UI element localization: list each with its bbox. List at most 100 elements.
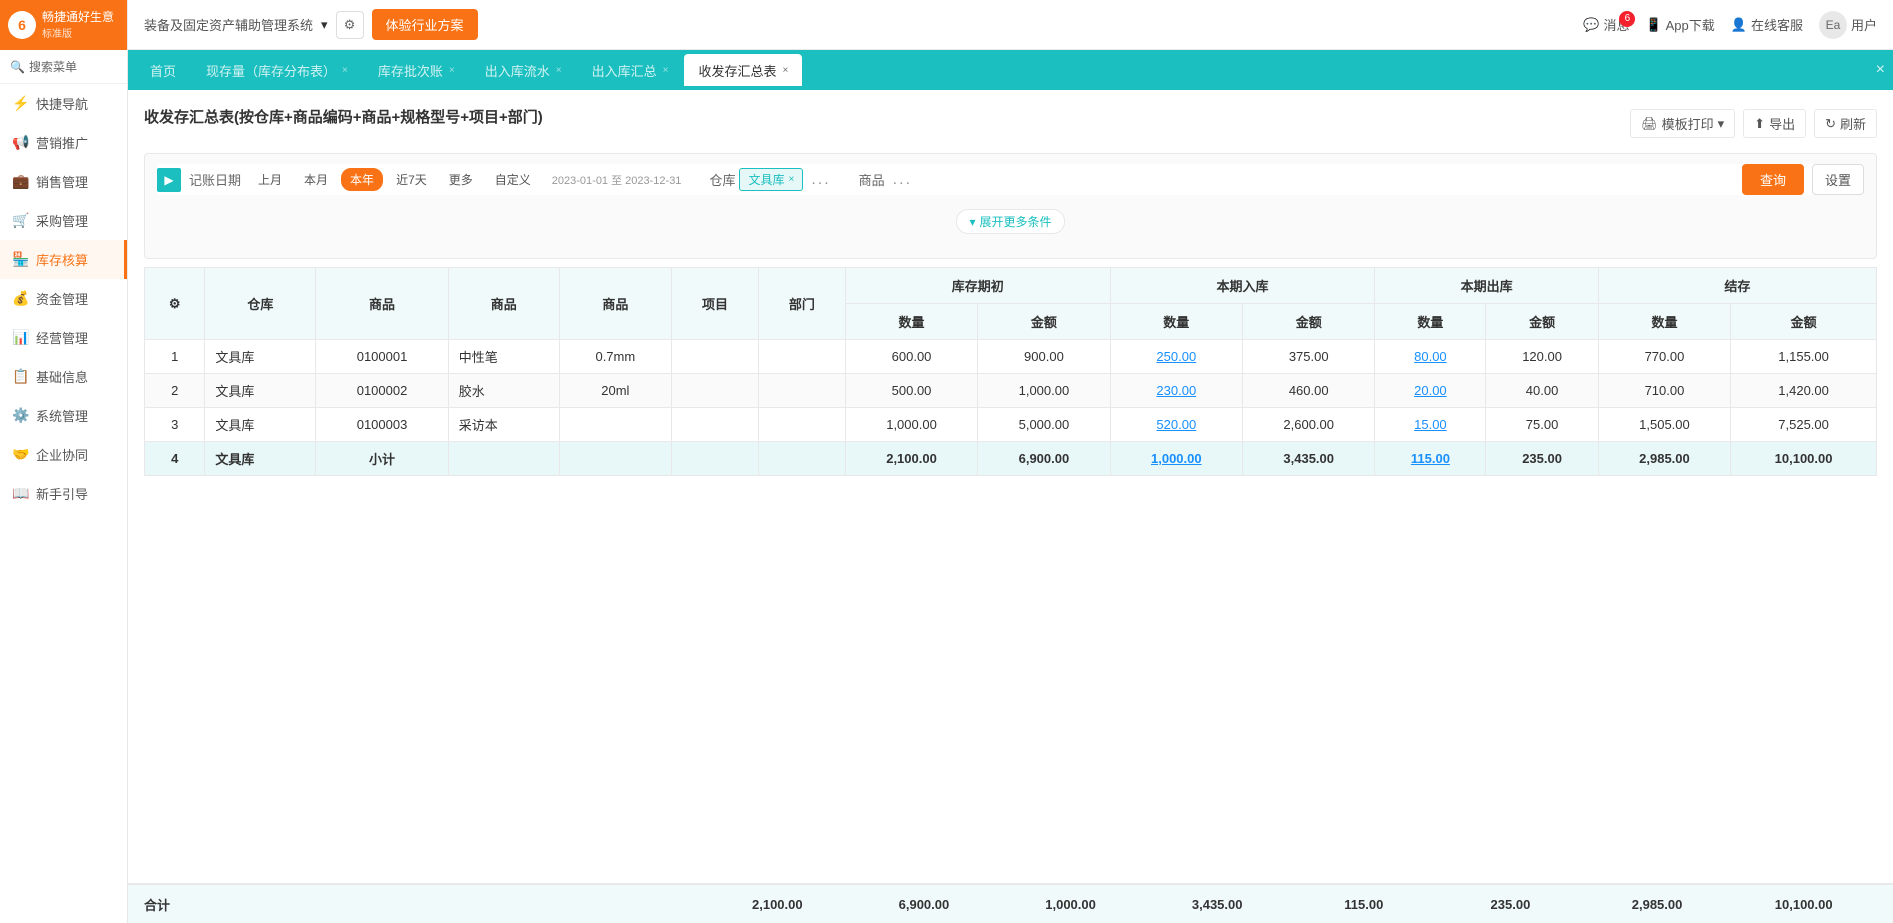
sidebar-item-search[interactable]: 🔍 搜索菜单 [0, 50, 127, 84]
tab-close-in-out-flow[interactable]: × [556, 65, 562, 76]
subtotal-out-qty[interactable]: 115.00 [1375, 442, 1486, 476]
date-btn-custom[interactable]: 自定义 [486, 168, 540, 191]
subtotal-opening-amt: 6,900.00 [978, 442, 1110, 476]
row1-spec: 0.7mm [559, 340, 671, 374]
template-print-label: 模板打印 [1662, 114, 1714, 133]
sidebar-item-sales[interactable]: 💼 销售管理 [0, 162, 127, 201]
row3-in-qty-link[interactable]: 520.00 [1156, 417, 1196, 432]
date-btn-this-month[interactable]: 本月 [295, 168, 337, 191]
row2-warehouse: 文具库 [205, 374, 316, 408]
sidebar-item-purchase[interactable]: 🛒 采购管理 [0, 201, 127, 240]
tab-in-out-flow[interactable]: 出入库流水 × [471, 54, 576, 86]
tab-batch-ledger[interactable]: 库存批次账 × [364, 54, 469, 86]
export-button[interactable]: ⬆ 导出 [1743, 109, 1806, 138]
col-group-opening: 库存期初 [845, 268, 1110, 304]
date-btn-7days[interactable]: 近7天 [387, 168, 436, 191]
user-button[interactable]: Ea 用户 [1819, 11, 1877, 39]
date-btn-last-month[interactable]: 上月 [249, 168, 291, 191]
col-out-qty: 数量 [1375, 304, 1486, 340]
row1-in-qty-link[interactable]: 250.00 [1156, 349, 1196, 364]
filter-collapse-button[interactable]: ▶ [157, 168, 181, 192]
warehouse-more-button[interactable]: ... [811, 171, 830, 189]
row2-dept [758, 374, 845, 408]
row1-in-amt: 375.00 [1243, 340, 1375, 374]
row2-out-amt: 40.00 [1486, 374, 1598, 408]
settings-button[interactable]: ⚙ [336, 11, 364, 39]
chevron-down-icon: ▾ [969, 215, 975, 229]
date-btn-more[interactable]: 更多 [440, 168, 482, 191]
row2-out-qty-link[interactable]: 20.00 [1414, 383, 1447, 398]
sidebar-item-finance[interactable]: 💰 资金管理 [0, 279, 127, 318]
sidebar-item-marketing[interactable]: 📢 营销推广 [0, 123, 127, 162]
sidebar-item-label: 快捷导航 [36, 94, 88, 113]
warehouse-tag-close[interactable]: × [788, 174, 794, 185]
tab-collect-summary[interactable]: 收发存汇总表 × [684, 54, 802, 86]
col-product-spec: 商品 [559, 268, 671, 340]
expand-label: 展开更多条件 [980, 213, 1052, 230]
refresh-button[interactable]: ↻ 刷新 [1814, 109, 1877, 138]
tab-close-batch-ledger[interactable]: × [449, 65, 455, 76]
row2-out-qty[interactable]: 20.00 [1375, 374, 1486, 408]
col-product-code: 商品 [316, 268, 448, 340]
online-service-button[interactable]: 👤 在线客服 [1731, 15, 1803, 34]
main-area: 装备及固定资产辅助管理系统 ▾ ⚙ 体验行业方案 💬 消息 6 📱 App下载 … [128, 0, 1893, 923]
row2-opening-qty: 500.00 [845, 374, 977, 408]
query-button[interactable]: 查询 [1742, 164, 1804, 195]
goods-more-button[interactable]: ... [893, 171, 912, 189]
sidebar-item-quick-nav[interactable]: ⚡ 快捷导航 [0, 84, 127, 123]
row1-bal-amt: 1,155.00 [1731, 340, 1877, 374]
inventory-icon: 🏪 [12, 251, 30, 268]
col-opening-qty: 数量 [845, 304, 977, 340]
refresh-icon: ↻ [1825, 116, 1836, 132]
system-dropdown[interactable]: ▾ [321, 17, 328, 33]
row3-in-qty[interactable]: 520.00 [1110, 408, 1242, 442]
tab-close-collect-summary[interactable]: × [782, 65, 788, 76]
date-btn-this-year[interactable]: 本年 [341, 168, 383, 191]
warehouse-tag[interactable]: 文具库 × [739, 168, 803, 191]
subtotal-bal-amt: 10,100.00 [1731, 442, 1877, 476]
row3-bal-qty: 1,505.00 [1598, 408, 1730, 442]
subtotal-bal-qty: 2,985.00 [1598, 442, 1730, 476]
subtotal-in-qty-link[interactable]: 1,000.00 [1151, 451, 1202, 466]
tab-close-in-out-summary[interactable]: × [663, 65, 669, 76]
total-in-qty: 1,000.00 [997, 897, 1144, 912]
purchase-icon: 🛒 [12, 212, 30, 229]
row2-in-qty[interactable]: 230.00 [1110, 374, 1242, 408]
template-print-button[interactable]: 🖨 模板打印 ▾ [1630, 109, 1735, 138]
row3-out-qty-link[interactable]: 15.00 [1414, 417, 1447, 432]
sidebar-item-operation[interactable]: 📊 经营管理 [0, 318, 127, 357]
service-label: 在线客服 [1751, 15, 1803, 34]
topbar: 装备及固定资产辅助管理系统 ▾ ⚙ 体验行业方案 💬 消息 6 📱 App下载 … [128, 0, 1893, 50]
tab-inventory-dist[interactable]: 现存量（库存分布表） × [192, 54, 362, 86]
tabbar-close-button[interactable]: × [1876, 61, 1885, 79]
row1-out-qty-link[interactable]: 80.00 [1414, 349, 1447, 364]
sidebar-item-guide[interactable]: 📖 新手引导 [0, 474, 127, 513]
message-button[interactable]: 💬 消息 6 [1583, 15, 1629, 34]
row1-opening-amt: 900.00 [978, 340, 1110, 374]
tab-home[interactable]: 首页 [136, 54, 190, 86]
tab-in-out-summary[interactable]: 出入库汇总 × [578, 54, 683, 86]
sidebar-item-basic[interactable]: 📋 基础信息 [0, 357, 127, 396]
sidebar-item-inventory[interactable]: 🏪 库存核算 [0, 240, 127, 279]
row3-spec [559, 408, 671, 442]
col-out-amt: 金额 [1486, 304, 1598, 340]
sidebar-item-label: 系统管理 [36, 406, 88, 425]
sidebar-item-enterprise[interactable]: 🤝 企业协同 [0, 435, 127, 474]
app-download-button[interactable]: 📱 App下载 [1645, 15, 1714, 34]
row2-in-qty-link[interactable]: 230.00 [1156, 383, 1196, 398]
sidebar-item-system[interactable]: ⚙️ 系统管理 [0, 396, 127, 435]
chevron-down-icon: ▾ [1718, 116, 1725, 132]
trial-button[interactable]: 体验行业方案 [372, 9, 478, 40]
row3-out-qty[interactable]: 15.00 [1375, 408, 1486, 442]
tab-close-inventory-dist[interactable]: × [342, 65, 348, 76]
row1-in-qty[interactable]: 250.00 [1110, 340, 1242, 374]
table-settings-icon[interactable]: ⚙ [145, 268, 205, 340]
subtotal-in-qty[interactable]: 1,000.00 [1110, 442, 1242, 476]
subtotal-out-amt: 235.00 [1486, 442, 1598, 476]
message-badge: 6 [1619, 11, 1635, 27]
export-icon: ⬆ [1754, 116, 1765, 132]
settings-filter-button[interactable]: 设置 [1812, 164, 1864, 195]
expand-more-button[interactable]: ▾ 展开更多条件 [956, 209, 1064, 234]
subtotal-out-qty-link[interactable]: 115.00 [1411, 451, 1450, 466]
row1-out-qty[interactable]: 80.00 [1375, 340, 1486, 374]
